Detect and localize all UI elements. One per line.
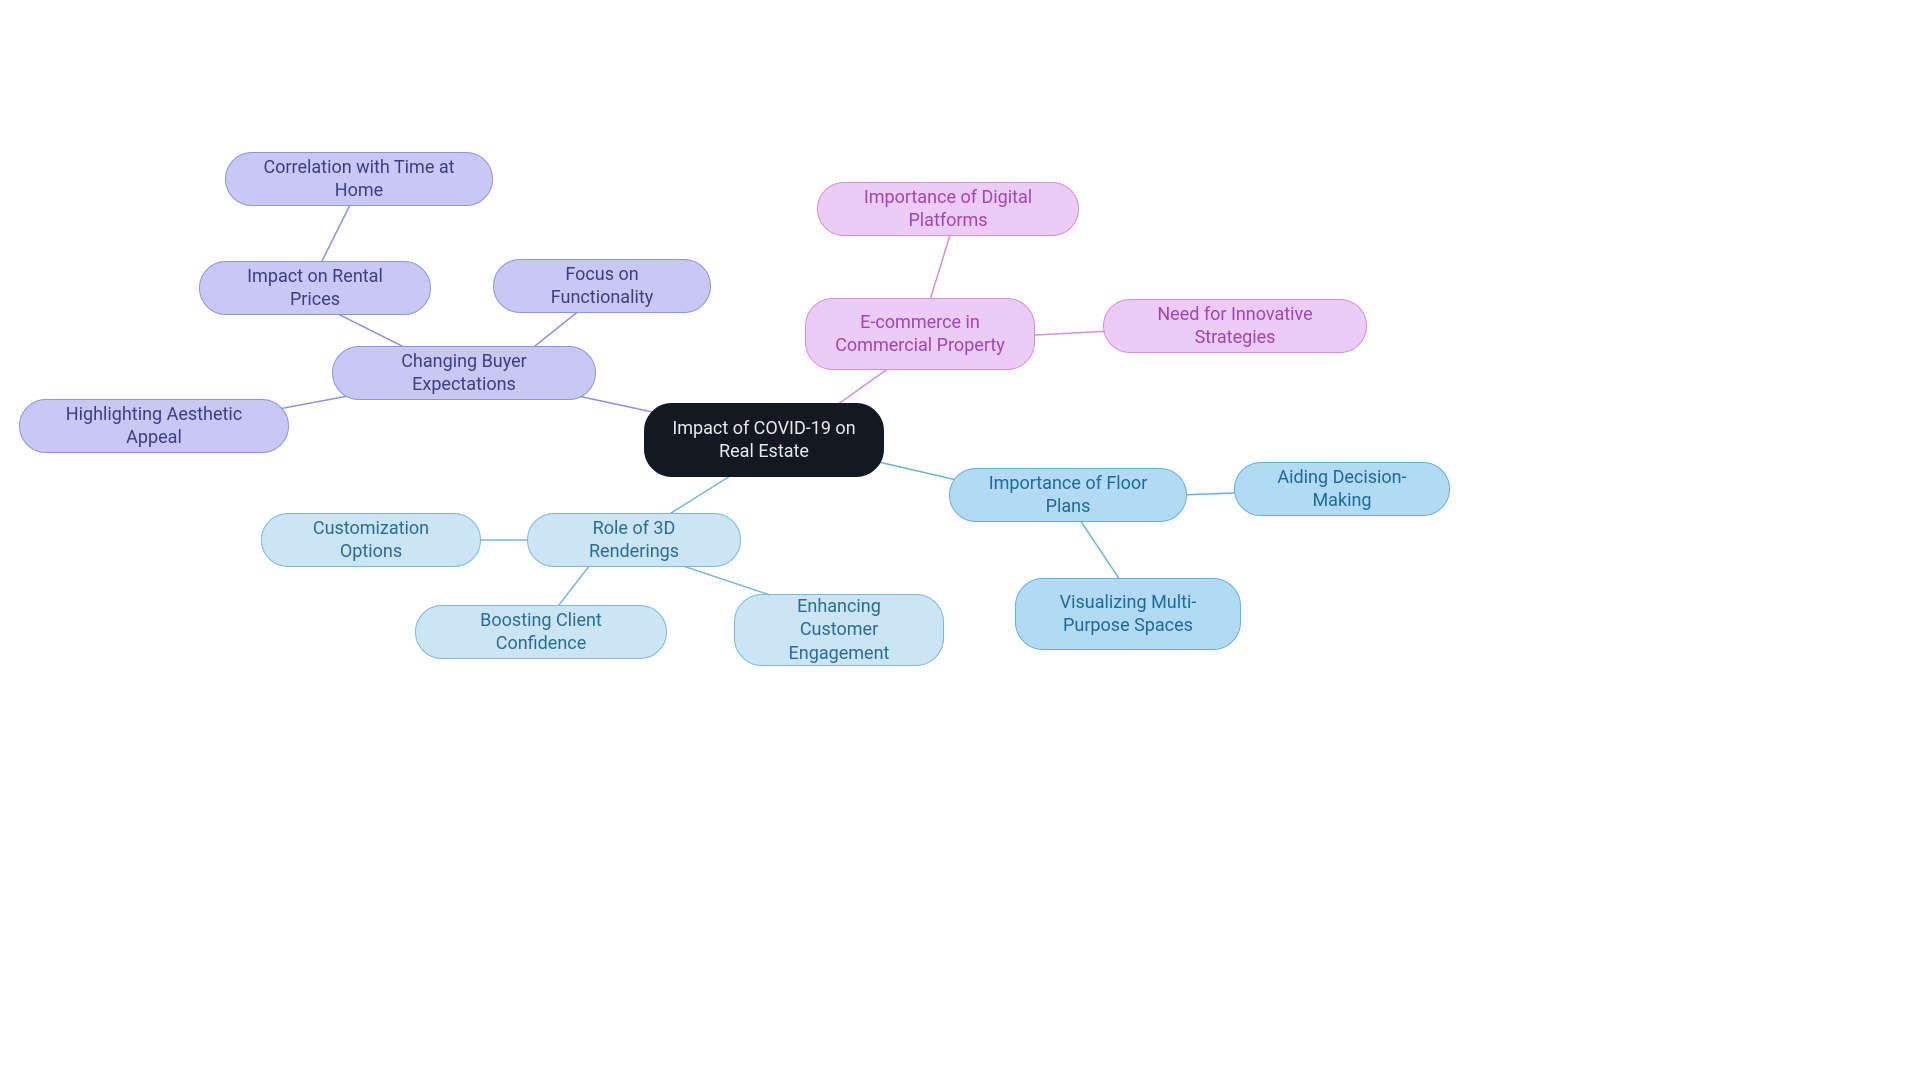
renderings-main-node[interactable]: Role of 3D Renderings: [527, 513, 741, 567]
buyer-aesthetic-label: Highlighting Aesthetic Appeal: [44, 403, 264, 450]
renderings-engagement-node[interactable]: Enhancing Customer Engagement: [734, 594, 944, 666]
buyer-main-node[interactable]: Changing Buyer Expectations: [332, 346, 596, 400]
floorplans-multipurpose-label: Visualizing Multi-Purpose Spaces: [1040, 591, 1216, 638]
ecommerce-innovative-label: Need for Innovative Strategies: [1128, 303, 1342, 350]
floorplans-decision-node[interactable]: Aiding Decision-Making: [1234, 462, 1450, 516]
buyer-rental-label: Impact on Rental Prices: [224, 265, 406, 312]
renderings-customization-label: Customization Options: [286, 517, 456, 564]
floorplans-main-label: Importance of Floor Plans: [974, 472, 1162, 519]
buyer-rental-node[interactable]: Impact on Rental Prices: [199, 261, 431, 315]
ecommerce-digital-label: Importance of Digital Platforms: [842, 186, 1054, 233]
ecommerce-innovative-node[interactable]: Need for Innovative Strategies: [1103, 299, 1367, 353]
renderings-confidence-label: Boosting Client Confidence: [440, 609, 642, 656]
buyer-functionality-node[interactable]: Focus on Functionality: [493, 259, 711, 313]
renderings-customization-node[interactable]: Customization Options: [261, 513, 481, 567]
central-node[interactable]: Impact of COVID-19 on Real Estate: [644, 403, 884, 477]
central-label: Impact of COVID-19 on Real Estate: [669, 417, 859, 464]
renderings-main-label: Role of 3D Renderings: [552, 517, 716, 564]
floorplans-multipurpose-node[interactable]: Visualizing Multi-Purpose Spaces: [1015, 578, 1241, 650]
buyer-time-node[interactable]: Correlation with Time at Home: [225, 152, 493, 206]
buyer-time-label: Correlation with Time at Home: [250, 156, 468, 203]
buyer-main-label: Changing Buyer Expectations: [357, 350, 571, 397]
ecommerce-main-node[interactable]: E-commerce in Commercial Property: [805, 298, 1035, 370]
floorplans-main-node[interactable]: Importance of Floor Plans: [949, 468, 1187, 522]
renderings-engagement-label: Enhancing Customer Engagement: [759, 595, 919, 665]
floorplans-decision-label: Aiding Decision-Making: [1259, 466, 1425, 513]
buyer-functionality-label: Focus on Functionality: [518, 263, 686, 310]
ecommerce-main-label: E-commerce in Commercial Property: [830, 311, 1010, 358]
buyer-aesthetic-node[interactable]: Highlighting Aesthetic Appeal: [19, 399, 289, 453]
ecommerce-digital-node[interactable]: Importance of Digital Platforms: [817, 182, 1079, 236]
renderings-confidence-node[interactable]: Boosting Client Confidence: [415, 605, 667, 659]
